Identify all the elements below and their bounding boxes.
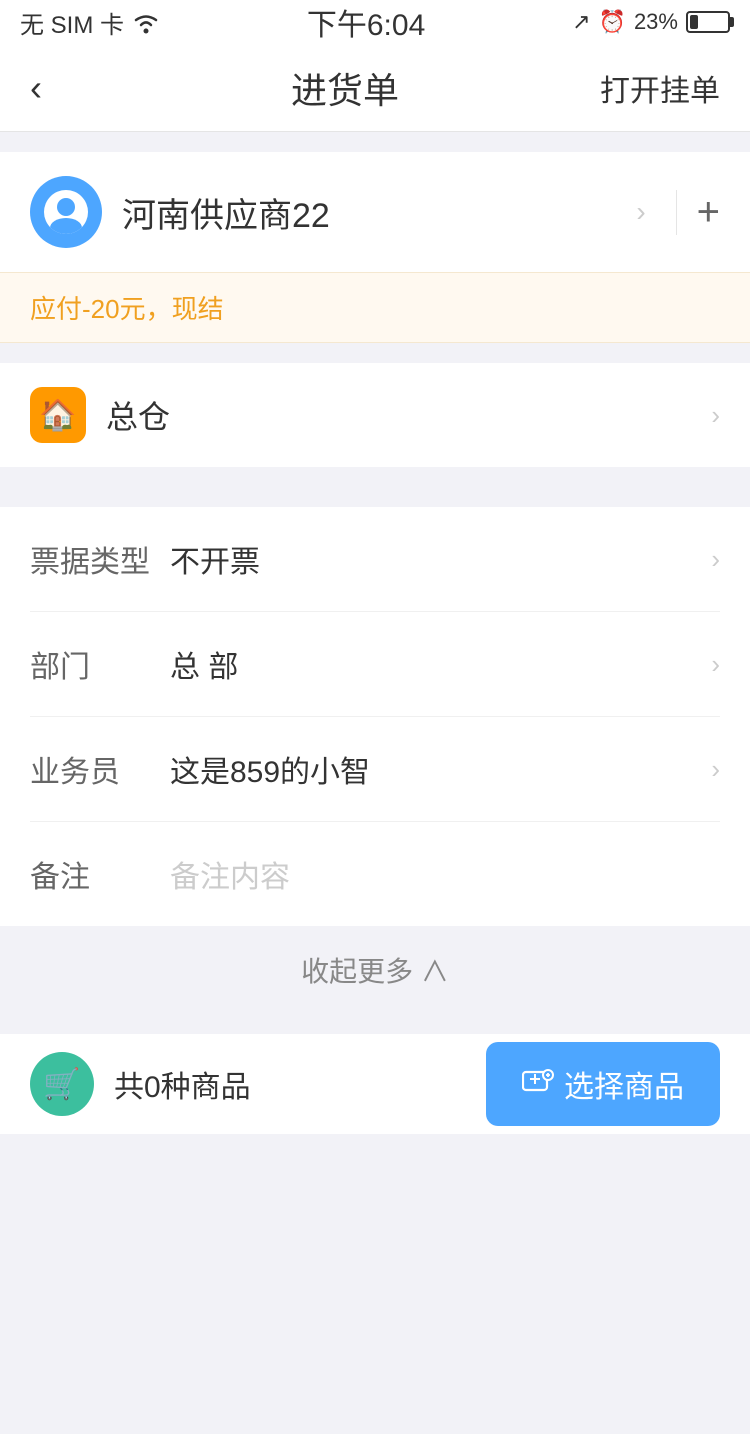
alarm-icon: ⏰ [599,9,626,35]
supplier-name: 河南供应商22 [122,188,636,237]
collapse-button[interactable]: 收起更多 ∧ [0,926,750,1014]
product-icon-wrap: 🛒 [30,1052,94,1116]
supplier-row[interactable]: 河南供应商22 › + [0,152,750,272]
warehouse-chevron-icon: › [711,400,720,431]
chevron-department-icon: › [711,649,720,680]
battery-icon [686,11,730,33]
label-remark: 备注 [30,852,150,896]
label-invoice: 票据类型 [30,537,150,581]
avatar-icon [44,190,88,234]
value-department: 总 部 [150,642,711,686]
status-left: 无 SIM 卡 [20,5,160,40]
location-icon: ↗ [572,9,590,35]
form-row-salesperson[interactable]: 业务员 这是859的小智 › [0,717,750,821]
supplier-chevron-icon: › [636,196,645,228]
form-row-department[interactable]: 部门 总 部 › [0,612,750,716]
warehouse-icon: 🏠 [30,387,86,443]
warehouse-row[interactable]: 🏠 总仓 › [0,363,750,467]
product-count: 共0种商品 [114,1062,486,1106]
page-background [0,1134,750,1434]
warehouse-name: 总仓 [106,392,711,438]
status-time: 下午6:04 [307,0,425,44]
value-salesperson: 这是859的小智 [150,747,711,791]
select-product-button[interactable]: 选择商品 [486,1042,720,1126]
select-icon [522,1067,554,1102]
supplier-card: 河南供应商22 › + 应付-20元，现结 [0,152,750,343]
wifi-icon [132,8,160,36]
page-title: 进货单 [291,62,399,114]
alert-banner: 应付-20元，现结 [0,272,750,343]
select-product-label: 选择商品 [564,1062,684,1106]
status-bar: 无 SIM 卡 下午6:04 ↗ ⏰ 23% [0,0,750,44]
form-row-invoice[interactable]: 票据类型 不开票 › [0,507,750,611]
section-gap-2 [0,343,750,363]
open-pending-button[interactable]: 打开挂单 [600,66,720,110]
label-department: 部门 [30,642,150,686]
value-invoice: 不开票 [150,537,711,581]
label-salesperson: 业务员 [30,747,150,791]
section-gap-1 [0,132,750,152]
form-row-remark[interactable]: 备注 备注内容 [0,822,750,926]
chevron-invoice-icon: › [711,544,720,575]
battery-percent: 23% [634,9,678,35]
warehouse-card: 🏠 总仓 › [0,363,750,467]
value-remark[interactable]: 备注内容 [150,852,720,896]
section-gap-3 [0,467,750,487]
carrier-label: 无 SIM 卡 [20,5,124,40]
alert-text: 应付-20元，现结 [30,294,224,324]
status-right: ↗ ⏰ 23% [572,9,730,35]
back-button[interactable]: ‹ [30,67,90,109]
bottom-bar: 🛒 共0种商品 选择商品 [0,1034,750,1134]
add-supplier-button[interactable]: + [676,190,720,235]
nav-bar: ‹ 进货单 打开挂单 [0,44,750,132]
form-section: 票据类型 不开票 › 部门 总 部 › 业务员 这是859的小智 › 备注 备注… [0,507,750,926]
section-gap-4 [0,1014,750,1034]
collapse-label: 收起更多 ∧ [301,950,449,990]
chevron-salesperson-icon: › [711,754,720,785]
product-icon: 🛒 [43,1067,80,1102]
supplier-avatar [30,176,102,248]
